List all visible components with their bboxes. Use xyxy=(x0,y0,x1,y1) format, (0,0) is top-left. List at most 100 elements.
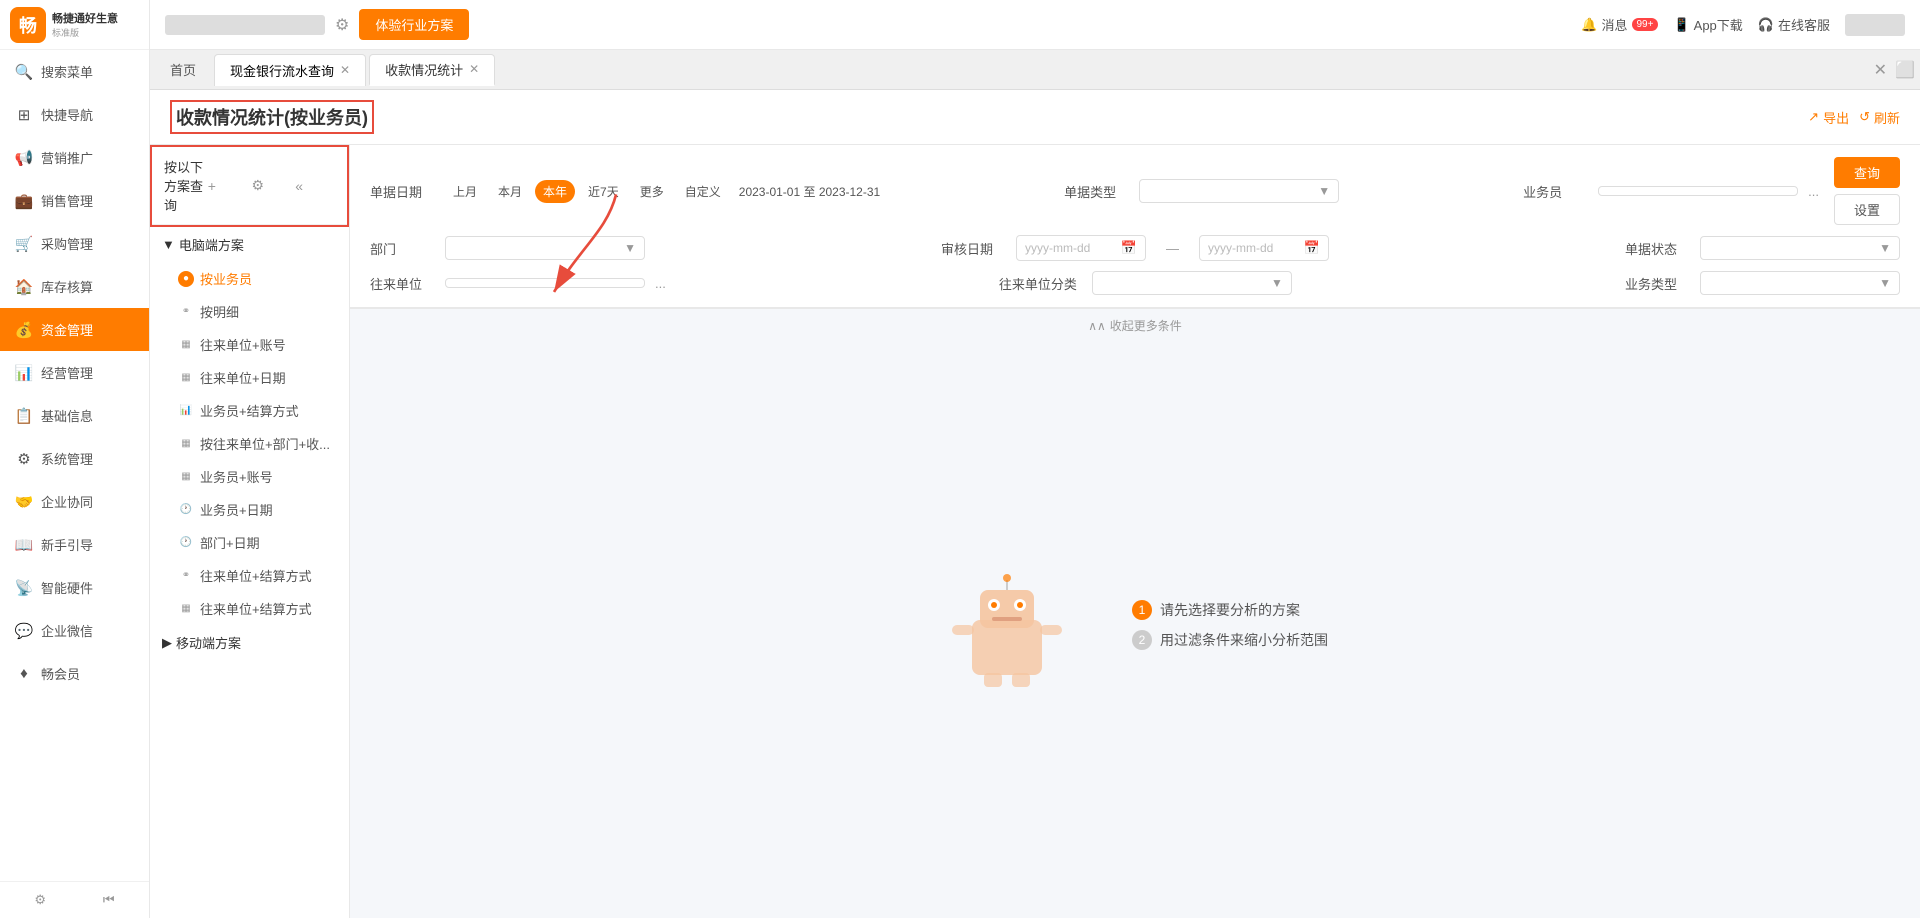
scheme-item-salesman-date[interactable]: 🕐 业务员+日期 xyxy=(150,493,349,526)
page-title: 收款情况统计(按业务员) xyxy=(170,100,374,134)
dept-arrow-icon: ▼ xyxy=(624,241,636,255)
page-header: 收款情况统计(按业务员) ↗ 导出 ↺ 刷新 xyxy=(150,90,1920,145)
scheme-item-partner-date[interactable]: ▦ 往来单位+日期 xyxy=(150,361,349,394)
salesman-more-icon[interactable]: ... xyxy=(1808,184,1819,199)
group-collapse-icon: ▼ xyxy=(162,237,175,252)
scheme-item-detail[interactable]: ⚭ 按明细 xyxy=(150,295,349,328)
operation-icon: 📊 xyxy=(15,364,33,382)
sidebar-item-basic[interactable]: 📋 基础信息 xyxy=(0,394,149,437)
sidebar-item-member[interactable]: ♦ 畅会员 xyxy=(0,652,149,695)
user-name-area[interactable] xyxy=(1845,14,1905,36)
tab-bank-flow[interactable]: 现金银行流水查询 ✕ xyxy=(214,54,366,86)
biz-type-label: 业务类型 xyxy=(1625,274,1685,293)
content-area: 按以下方案查询 + ⚙ « ▼ 电脑端方案 ● 按业务员 ⚭ xyxy=(150,145,1920,918)
scheme-item-salesman-settlement[interactable]: 📊 业务员+结算方式 xyxy=(150,394,349,427)
partner-more-icon[interactable]: ... xyxy=(655,276,666,291)
sidebar-item-system[interactable]: ⚙ 系统管理 xyxy=(0,437,149,480)
bell-icon: 🔔 xyxy=(1581,17,1597,33)
headset-icon: 🎧 xyxy=(1758,17,1774,33)
refresh-button[interactable]: ↺ 刷新 xyxy=(1859,108,1900,127)
sidebar-item-inventory[interactable]: 🏠 库存核算 xyxy=(0,265,149,308)
tab-receipt-stats[interactable]: 收款情况统计 ✕ xyxy=(369,54,495,86)
sidebar-item-guide[interactable]: 📖 新手引导 xyxy=(0,523,149,566)
tab-receipt-stats-close[interactable]: ✕ xyxy=(469,62,479,76)
date-tab-7days[interactable]: 近7天 xyxy=(580,180,627,203)
add-scheme-icon[interactable]: + xyxy=(208,178,248,194)
sidebar-item-marketing[interactable]: 📢 营销推广 xyxy=(0,136,149,179)
calendar-from-icon: 📅 xyxy=(1121,240,1137,256)
review-date-to[interactable]: yyyy-mm-dd 📅 xyxy=(1199,235,1329,261)
scheme-settings-icon[interactable]: ⚙ xyxy=(252,177,292,194)
date-tab-more[interactable]: 更多 xyxy=(632,180,672,203)
online-service-button[interactable]: 🎧 在线客服 xyxy=(1758,15,1830,34)
system-icon: ⚙ xyxy=(15,450,33,468)
sidebar-item-finance[interactable]: 💰 资金管理 xyxy=(0,308,149,351)
review-date-from[interactable]: yyyy-mm-dd 📅 xyxy=(1016,235,1146,261)
voucher-status-select[interactable]: ▼ xyxy=(1700,236,1900,260)
date-label: 单据日期 xyxy=(370,182,430,201)
search-icon: 🔍 xyxy=(15,63,33,81)
scheme-item-partner-settlement2[interactable]: ▦ 往来单位+结算方式 xyxy=(150,592,349,625)
voucher-type-arrow-icon: ▼ xyxy=(1318,184,1330,198)
partner-category-label: 往来单位分类 xyxy=(999,274,1077,293)
export-icon: ↗ xyxy=(1808,109,1819,125)
partner-select[interactable] xyxy=(445,278,645,288)
scheme-group-pc-title[interactable]: ▼ 电脑端方案 xyxy=(150,227,349,262)
scheme-item-salesman-account[interactable]: ▦ 业务员+账号 xyxy=(150,460,349,493)
voucher-type-select[interactable]: ▼ xyxy=(1139,179,1339,203)
partner-label: 往来单位 xyxy=(370,274,430,293)
scheme-icon-salesman-date: 🕐 xyxy=(178,502,194,518)
tab-home[interactable]: 首页 xyxy=(155,54,211,86)
wechat-icon: 💬 xyxy=(15,622,33,640)
dept-select[interactable]: ▼ xyxy=(445,236,645,260)
review-date-label: 审核日期 xyxy=(941,239,1001,258)
collapse-panel-icon[interactable]: « xyxy=(295,178,335,194)
trial-button[interactable]: 体验行业方案 xyxy=(359,9,469,40)
sidebar-item-corp[interactable]: 🤝 企业协同 xyxy=(0,480,149,523)
filter-settings-button[interactable]: 设置 xyxy=(1834,194,1900,225)
empty-hint-2: 2 用过滤条件来缩小分析范围 xyxy=(1132,630,1328,650)
tab-bank-flow-close[interactable]: ✕ xyxy=(340,63,350,77)
date-tabs: 上月 本月 本年 近7天 更多 自定义 2023-01-01 至 2023-12… xyxy=(445,180,880,203)
scheme-item-partner-dept[interactable]: ▦ 按往来单位+部门+收... xyxy=(150,427,349,460)
user-breadcrumb xyxy=(165,15,325,35)
scheme-item-by-salesman[interactable]: ● 按业务员 xyxy=(150,262,349,295)
export-button[interactable]: ↗ 导出 xyxy=(1808,108,1849,127)
date-range-display: 2023-01-01 至 2023-12-31 xyxy=(739,183,880,200)
voucher-type-label: 单据类型 xyxy=(1064,182,1124,201)
voucher-status-arrow-icon: ▼ xyxy=(1879,241,1891,255)
scheme-item-partner-settlement1[interactable]: ⚭ 往来单位+结算方式 xyxy=(150,559,349,592)
collapse-more-btn[interactable]: ∧∧ 收起更多条件 xyxy=(350,308,1920,342)
scheme-item-dept-date[interactable]: 🕐 部门+日期 xyxy=(150,526,349,559)
sidebar-item-purchase[interactable]: 🛒 采购管理 xyxy=(0,222,149,265)
voucher-status-label: 单据状态 xyxy=(1625,239,1685,258)
hint-num-1: 1 xyxy=(1132,600,1152,620)
sidebar-item-quick-nav[interactable]: ⊞ 快捷导航 xyxy=(0,93,149,136)
sidebar-item-sales[interactable]: 💼 销售管理 xyxy=(0,179,149,222)
partner-category-select[interactable]: ▼ xyxy=(1092,271,1292,295)
phone-icon: 📱 xyxy=(1673,17,1689,33)
hardware-icon: 📡 xyxy=(15,579,33,597)
sidebar-item-operation[interactable]: 📊 经营管理 xyxy=(0,351,149,394)
date-tab-this-year[interactable]: 本年 xyxy=(535,180,575,203)
sidebar-settings-btn[interactable]: ⚙ xyxy=(10,892,71,908)
biz-type-select[interactable]: ▼ xyxy=(1700,271,1900,295)
date-tab-this-month[interactable]: 本月 xyxy=(490,180,530,203)
messages-button[interactable]: 🔔 消息 99+ xyxy=(1581,15,1658,34)
sidebar-collapse-btn[interactable]: ⏮ xyxy=(79,892,140,908)
date-tab-last-month[interactable]: 上月 xyxy=(445,180,485,203)
empty-hint-1: 1 请先选择要分析的方案 xyxy=(1132,600,1328,620)
window-maximize-icon[interactable]: ⬜ xyxy=(1895,60,1915,80)
date-tab-custom[interactable]: 自定义 xyxy=(677,180,729,203)
scheme-item-partner-account[interactable]: ▦ 往来单位+账号 xyxy=(150,328,349,361)
filter-row-3: 往来单位 ... 往来单位分类 ▼ 业务类型 xyxy=(370,271,1900,295)
sidebar-item-search[interactable]: 🔍 搜索菜单 xyxy=(0,50,149,93)
sidebar-item-hardware[interactable]: 📡 智能硬件 xyxy=(0,566,149,609)
scheme-group-mobile-title[interactable]: ▶ 移动端方案 xyxy=(150,625,349,660)
salesman-select[interactable] xyxy=(1598,186,1798,196)
window-close-icon[interactable]: ✕ xyxy=(1874,60,1887,80)
query-button[interactable]: 查询 xyxy=(1834,157,1900,188)
header-gear-icon[interactable]: ⚙ xyxy=(335,15,349,35)
app-download-button[interactable]: 📱 App下载 xyxy=(1673,15,1742,34)
sidebar-item-wechat[interactable]: 💬 企业微信 xyxy=(0,609,149,652)
